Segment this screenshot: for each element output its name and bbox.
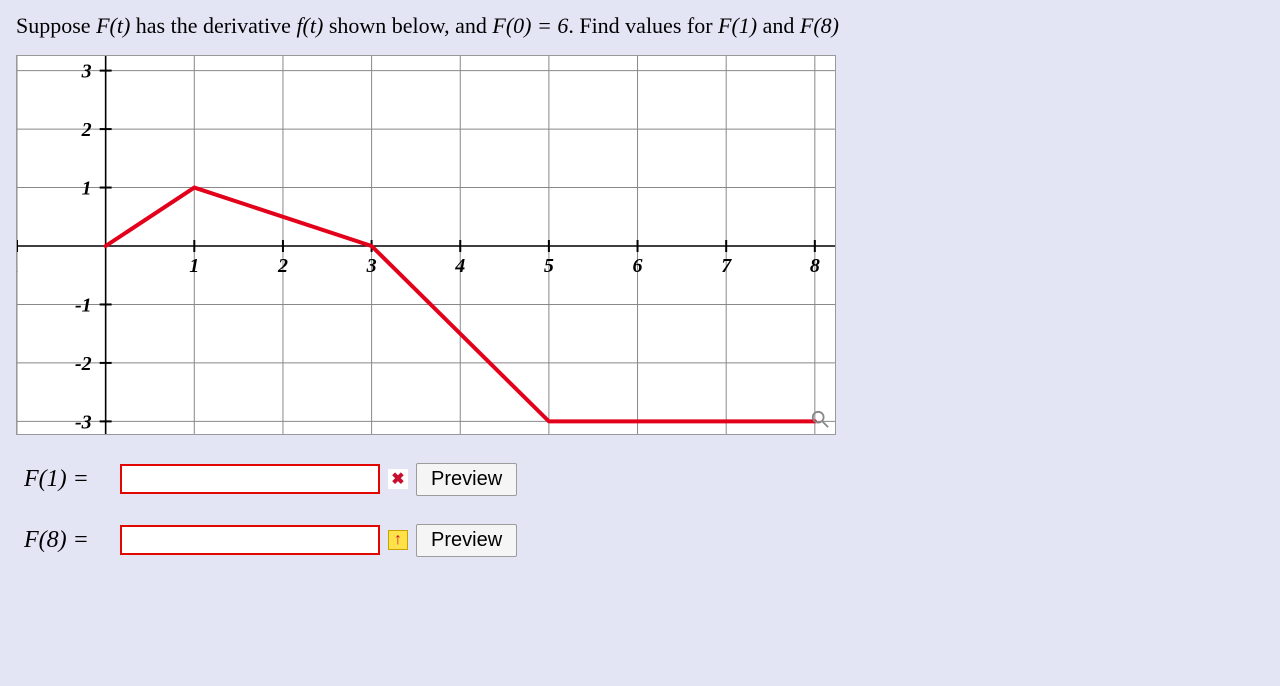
label-F8: F(8) = [24, 527, 112, 554]
svg-text:1: 1 [82, 177, 92, 199]
status-icon-wrong: ✖ [388, 469, 408, 489]
svg-text:3: 3 [81, 60, 92, 82]
svg-text:6: 6 [633, 255, 643, 277]
svg-text:3: 3 [366, 255, 377, 277]
svg-text:-2: -2 [75, 353, 92, 375]
input-F8[interactable] [120, 525, 380, 555]
zoom-icon[interactable] [811, 410, 829, 428]
svg-text:2: 2 [277, 255, 288, 277]
derivative-graph: -1 1 2 3 4 5 6 7 8 -3 -2 -1 1 2 3 [16, 55, 836, 435]
svg-text:-1: -1 [17, 255, 19, 277]
svg-text:7: 7 [721, 255, 732, 277]
answer-row-F8: F(8) = ↑ Preview [24, 524, 1264, 557]
question-prompt: Suppose F(t) has the derivative f(t) sho… [16, 12, 1264, 41]
graph-svg: -1 1 2 3 4 5 6 7 8 -3 -2 -1 1 2 3 [17, 56, 836, 435]
input-F1[interactable] [120, 464, 380, 494]
svg-text:-1: -1 [75, 294, 92, 316]
answer-area: F(1) = ✖ Preview F(8) = ↑ Preview [16, 463, 1264, 557]
svg-text:5: 5 [544, 255, 554, 277]
svg-text:1: 1 [189, 255, 199, 277]
label-F1: F(1) = [24, 466, 112, 493]
svg-text:8: 8 [810, 255, 820, 277]
svg-text:2: 2 [81, 119, 92, 141]
preview-button-F8[interactable]: Preview [416, 524, 517, 557]
status-icon-warn: ↑ [388, 530, 408, 550]
preview-button-F1[interactable]: Preview [416, 463, 517, 496]
answer-row-F1: F(1) = ✖ Preview [24, 463, 1264, 496]
svg-text:4: 4 [454, 255, 465, 277]
svg-text:-3: -3 [75, 411, 92, 433]
